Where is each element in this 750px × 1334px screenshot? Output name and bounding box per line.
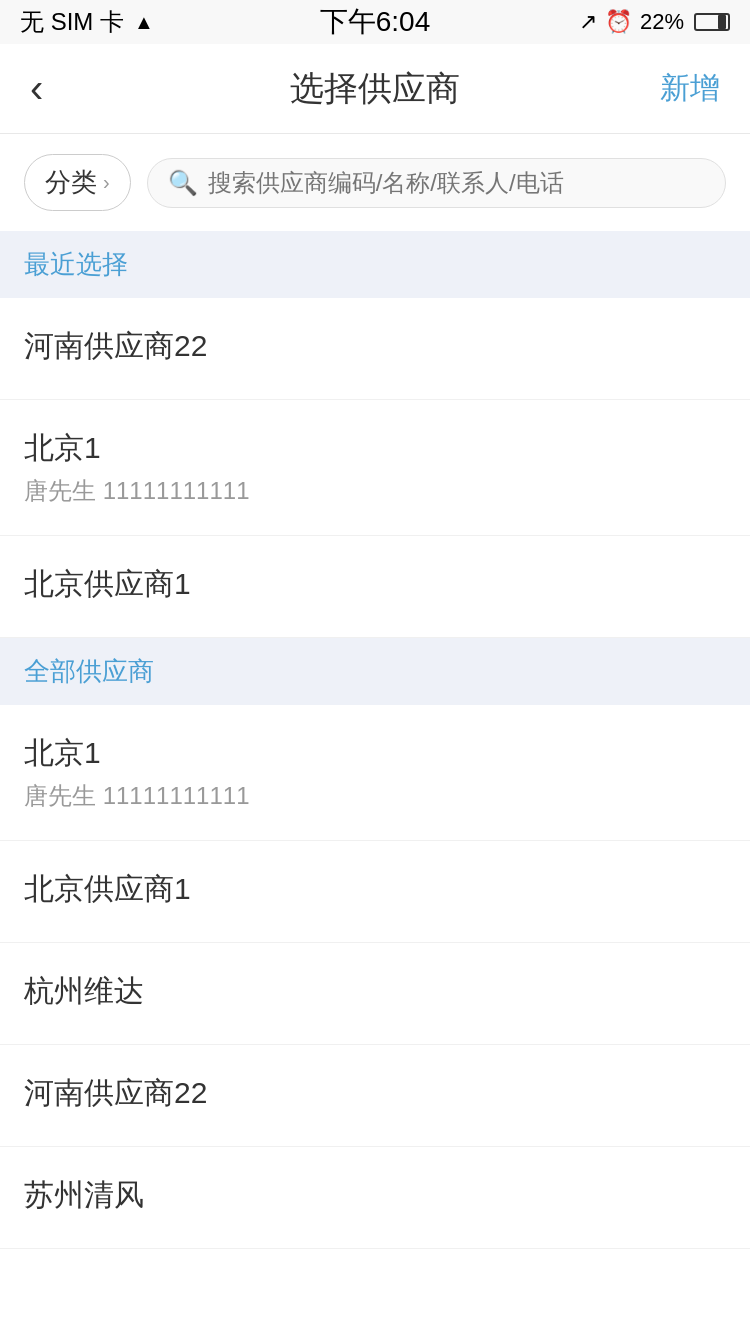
item-name: 北京供应商1 [24,564,726,605]
location-icon: ↗ [579,9,597,35]
page-title: 选择供应商 [290,66,460,112]
item-sub: 唐先生 11111111111 [24,780,726,812]
search-input[interactable] [208,169,705,197]
item-name: 杭州维达 [24,971,726,1012]
filter-bar: 分类 › 🔍 [0,134,750,231]
carrier-text: 无 SIM 卡 [20,6,124,38]
category-label: 分类 [45,165,97,200]
all-section-header: 全部供应商 [0,638,750,705]
recent-items-list: 河南供应商22 北京1 唐先生 11111111111 北京供应商1 [0,298,750,638]
item-name: 苏州清风 [24,1175,726,1216]
status-right: ↗ ⏰ 22% [579,9,730,35]
category-filter[interactable]: 分类 › [24,154,131,211]
list-item[interactable]: 北京供应商1 [0,841,750,943]
search-box[interactable]: 🔍 [147,158,726,208]
list-item[interactable]: 北京供应商1 [0,536,750,638]
item-sub: 唐先生 11111111111 [24,475,726,507]
battery-percent: 22% [640,9,684,35]
list-item[interactable]: 苏州清风 [0,1147,750,1249]
back-button[interactable]: ‹ [20,56,53,121]
item-name: 北京1 [24,733,726,774]
search-icon: 🔍 [168,169,198,197]
status-time: 下午6:04 [320,3,431,41]
add-button[interactable]: 新增 [660,68,720,109]
item-name: 河南供应商22 [24,326,726,367]
item-name: 北京供应商1 [24,869,726,910]
status-bar: 无 SIM 卡 ▲ 下午6:04 ↗ ⏰ 22% [0,0,750,44]
recent-section-header: 最近选择 [0,231,750,298]
item-name: 河南供应商22 [24,1073,726,1114]
chevron-right-icon: › [103,171,110,194]
list-item[interactable]: 北京1 唐先生 11111111111 [0,400,750,536]
list-item[interactable]: 北京1 唐先生 11111111111 [0,705,750,841]
item-name: 北京1 [24,428,726,469]
list-item[interactable]: 河南供应商22 [0,1045,750,1147]
status-left: 无 SIM 卡 ▲ [20,6,154,38]
nav-bar: ‹ 选择供应商 新增 [0,44,750,134]
list-item[interactable]: 河南供应商22 [0,298,750,400]
alarm-icon: ⏰ [605,9,632,35]
wifi-icon: ▲ [134,11,154,34]
all-items-list: 北京1 唐先生 11111111111 北京供应商1 杭州维达河南供应商22 苏州清风 [0,705,750,1249]
battery-icon [694,13,730,31]
list-item[interactable]: 杭州维达 [0,943,750,1045]
recent-section-label: 最近选择 [24,249,128,279]
all-section-label: 全部供应商 [24,656,154,686]
